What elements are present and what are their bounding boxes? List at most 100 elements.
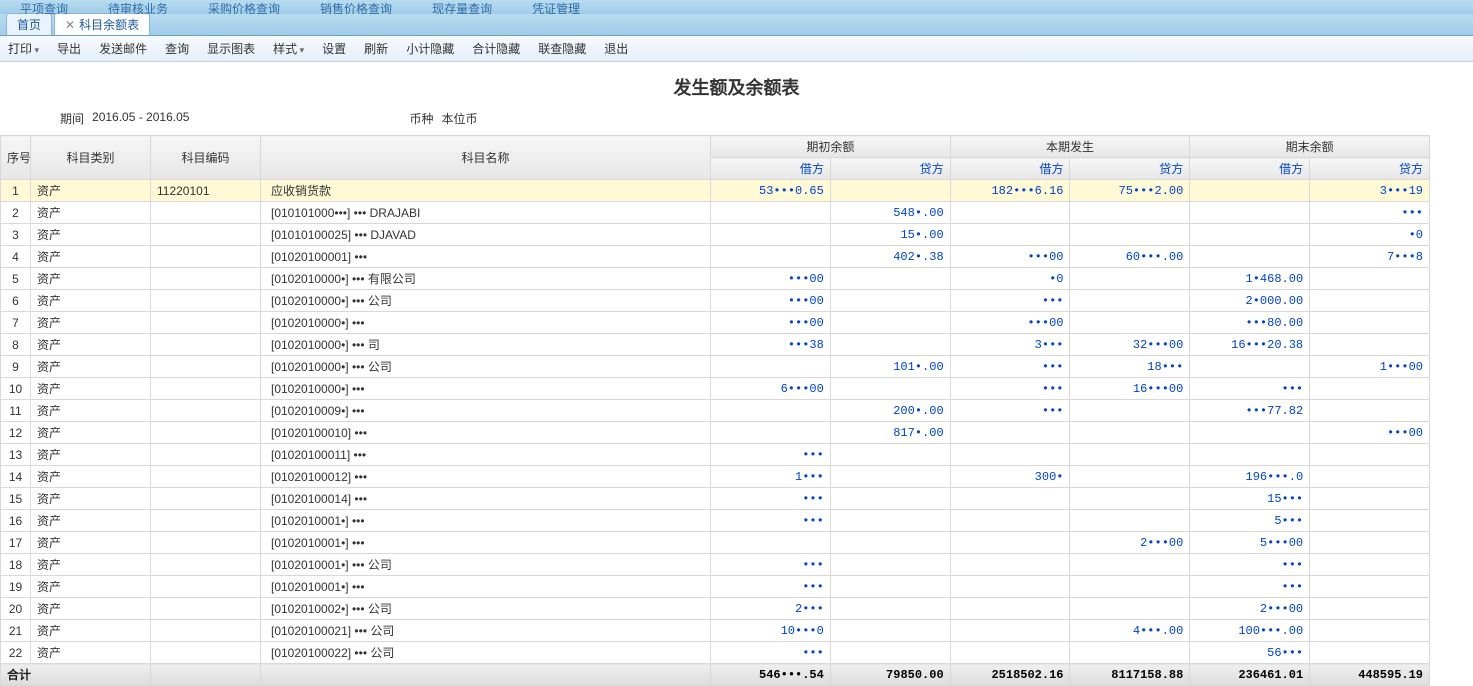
cell-amount: ••• (711, 642, 831, 664)
cell-amount (1070, 422, 1190, 444)
cell-amount (1310, 400, 1430, 422)
col-begin-cr[interactable]: 贷方 (830, 158, 950, 180)
table-row[interactable]: 10资产[0102010000•] •••6•••00•••16•••00••• (1, 378, 1430, 400)
cell-amount (830, 290, 950, 312)
table-row[interactable]: 11资产[0102010009•] •••200•.00••••••77.82 (1, 400, 1430, 422)
cell-code (151, 356, 261, 378)
cell-name: [01020100011] ••• (261, 444, 711, 466)
table-row[interactable]: 20资产[0102010002•] ••• 公司2•••2•••00 (1, 598, 1430, 620)
sendmail-button[interactable]: 发送邮件 (99, 40, 147, 57)
col-begin-balance[interactable]: 期初余额 (711, 136, 951, 158)
cell-amount: 15•.00 (830, 224, 950, 246)
balance-grid: 序号 科目类别 科目编码 科目名称 期初余额 本期发生 期末余额 借方 贷方 借… (0, 135, 1430, 686)
cell-category: 资产 (31, 598, 151, 620)
table-row[interactable]: 7资产[0102010000•] ••••••00•••00•••80.00 (1, 312, 1430, 334)
query-button[interactable]: 查询 (165, 40, 189, 57)
cell-amount: 1•468.00 (1190, 268, 1310, 290)
style-button[interactable]: 样式 (273, 40, 304, 57)
cell-amount (1310, 268, 1430, 290)
cell-amount: ••• (711, 444, 831, 466)
currency-value: 本位币 (441, 110, 477, 127)
table-row[interactable]: 1资产11220101应收销货款53•••0.65182•••6.1675•••… (1, 180, 1430, 202)
cell-amount (1190, 356, 1310, 378)
close-icon[interactable]: ✕ (65, 18, 75, 32)
table-row[interactable]: 3资产[01010100025] ••• DJAVAD15•.00•0 (1, 224, 1430, 246)
table-row[interactable]: 4资产[01020100001] •••402•.38•••0060•••.00… (1, 246, 1430, 268)
cell-amount (1070, 598, 1190, 620)
col-end-balance[interactable]: 期末余额 (1190, 136, 1430, 158)
linkquery-hide-button[interactable]: 联查隐藏 (538, 40, 586, 57)
refresh-button[interactable]: 刷新 (364, 40, 388, 57)
cell-category: 资产 (31, 334, 151, 356)
table-row[interactable]: 19资产[0102010001•] ••••••••• (1, 576, 1430, 598)
cell-amount: 101•.00 (830, 356, 950, 378)
topmenu-item[interactable]: 采购价格查询 (208, 0, 280, 14)
table-row[interactable]: 9资产[0102010000•] ••• 公司101•.00•••18•••1•… (1, 356, 1430, 378)
tab-home[interactable]: 首页 (6, 13, 52, 35)
exit-button[interactable]: 退出 (604, 40, 628, 57)
col-occur-dr[interactable]: 借方 (950, 158, 1070, 180)
cell-amount (1310, 554, 1430, 576)
col-seq[interactable]: 序号 (1, 136, 31, 180)
topmenu-item[interactable]: 销售价格查询 (320, 0, 392, 14)
tab-bar: 首页 ✕科目余额表 (0, 14, 1473, 36)
cell-amount: ••• (711, 510, 831, 532)
cell-amount: •0 (950, 268, 1070, 290)
tab-balance-sheet[interactable]: ✕科目余额表 (54, 13, 150, 35)
cell-amount: •••38 (711, 334, 831, 356)
table-row[interactable]: 2资产[010101000•••] ••• DRAJABI548•.00••• (1, 202, 1430, 224)
topmenu-item[interactable]: 现存量查询 (432, 0, 492, 14)
cell-seq: 5 (1, 268, 31, 290)
cell-amount (711, 532, 831, 554)
cell-amount: 4•••.00 (1070, 620, 1190, 642)
table-row[interactable]: 5资产[0102010000•] ••• 有限公司•••00•01•468.00 (1, 268, 1430, 290)
cell-amount (1310, 466, 1430, 488)
col-code[interactable]: 科目编码 (151, 136, 261, 180)
cell-category: 资产 (31, 246, 151, 268)
table-row[interactable]: 6资产[0102010000•] ••• 公司•••00•••2•000.00 (1, 290, 1430, 312)
table-row[interactable]: 18资产[0102010001•] ••• 公司•••••• (1, 554, 1430, 576)
cell-amount: ••• (711, 576, 831, 598)
cell-amount (1070, 576, 1190, 598)
topmenu-item[interactable]: 平项查询 (20, 0, 68, 14)
table-row[interactable]: 8资产[0102010000•] ••• 司•••383•••32•••0016… (1, 334, 1430, 356)
col-begin-dr[interactable]: 借方 (711, 158, 831, 180)
col-end-cr[interactable]: 贷方 (1310, 158, 1430, 180)
table-row[interactable]: 15资产[01020100014] ••••••15••• (1, 488, 1430, 510)
topmenu-item[interactable]: 凭证管理 (532, 0, 580, 14)
cell-code (151, 620, 261, 642)
total-hide-button[interactable]: 合计隐藏 (472, 40, 520, 57)
table-row[interactable]: 13资产[01020100011] •••••• (1, 444, 1430, 466)
top-menu: 平项查询 待审核业务 采购价格查询 销售价格查询 现存量查询 凭证管理 (0, 0, 1473, 14)
print-button[interactable]: 打印 (8, 40, 39, 57)
table-row[interactable]: 22资产[01020100022] ••• 公司•••56••• (1, 642, 1430, 664)
col-period-occur[interactable]: 本期发生 (950, 136, 1190, 158)
cell-seq: 1 (1, 180, 31, 202)
cell-amount (711, 356, 831, 378)
cell-category: 资产 (31, 422, 151, 444)
cell-name: [0102010000•] ••• 公司 (261, 290, 711, 312)
cell-amount (1310, 312, 1430, 334)
table-row[interactable]: 14资产[01020100012] •••1•••300•196•••.0 (1, 466, 1430, 488)
col-end-dr[interactable]: 借方 (1190, 158, 1310, 180)
col-occur-cr[interactable]: 贷方 (1070, 158, 1190, 180)
cell-amount (1310, 488, 1430, 510)
showchart-button[interactable]: 显示图表 (207, 40, 255, 57)
cell-amount: ••• (950, 356, 1070, 378)
table-row[interactable]: 12资产[01020100010] •••817•.00•••00 (1, 422, 1430, 444)
settings-button[interactable]: 设置 (322, 40, 346, 57)
col-name[interactable]: 科目名称 (261, 136, 711, 180)
col-category[interactable]: 科目类别 (31, 136, 151, 180)
cell-seq: 4 (1, 246, 31, 268)
cell-seq: 16 (1, 510, 31, 532)
table-row[interactable]: 21资产[01020100021] ••• 公司10•••04•••.00100… (1, 620, 1430, 642)
cell-code (151, 202, 261, 224)
cell-name: [01020100012] ••• (261, 466, 711, 488)
export-button[interactable]: 导出 (57, 40, 81, 57)
topmenu-item[interactable]: 待审核业务 (108, 0, 168, 14)
subtotal-hide-button[interactable]: 小计隐藏 (406, 40, 454, 57)
cell-amount (830, 620, 950, 642)
table-row[interactable]: 16资产[0102010001•] ••••••5••• (1, 510, 1430, 532)
cell-code (151, 422, 261, 444)
table-row[interactable]: 17资产[0102010001•] •••2•••005•••00 (1, 532, 1430, 554)
